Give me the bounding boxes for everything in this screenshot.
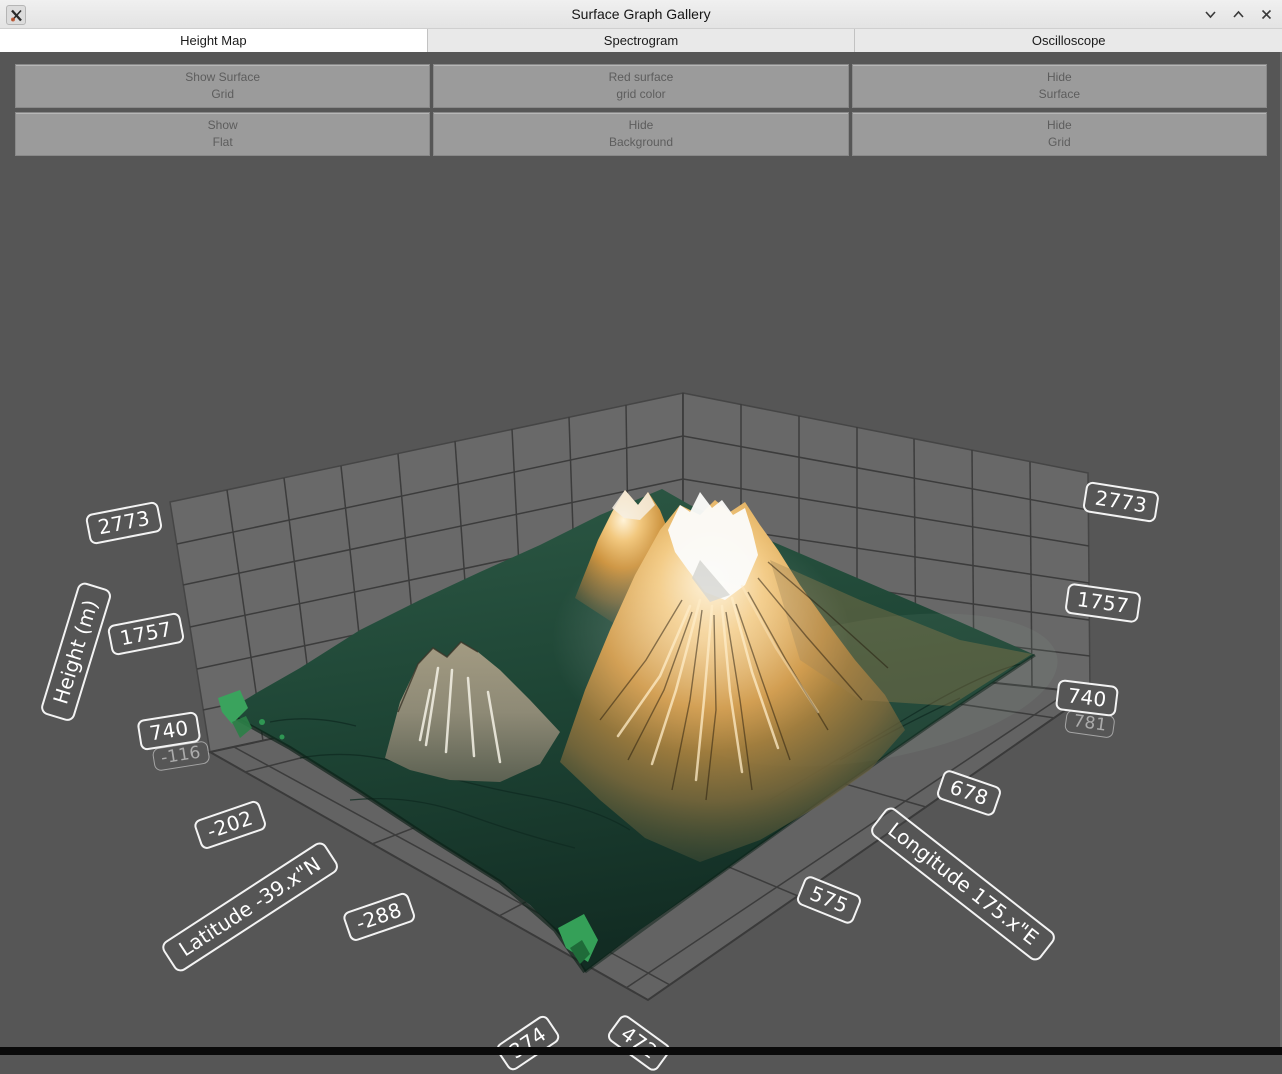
screen-bottom-strip <box>0 1047 1282 1055</box>
hide-background-button[interactable]: Hide Background <box>433 112 848 156</box>
hide-grid-button[interactable]: Hide Grid <box>852 112 1267 156</box>
button-label-line2: Surface <box>1039 86 1080 103</box>
button-label-line2: Grid <box>1048 134 1071 151</box>
close-icon <box>1259 7 1274 22</box>
tab-bar: Height Map Spectrogram Oscilloscope <box>0 28 1282 52</box>
chevron-up-icon <box>1231 7 1246 22</box>
tab-height-map[interactable]: Height Map <box>0 29 428 52</box>
button-label-line1: Hide <box>629 117 654 134</box>
tab-spectrogram[interactable]: Spectrogram <box>428 29 856 52</box>
hide-surface-button[interactable]: Hide Surface <box>852 64 1267 108</box>
surface-grid-color-button[interactable]: Red surface grid color <box>433 64 848 108</box>
button-label-line1: Hide <box>1047 117 1072 134</box>
terrain-surface-plot <box>0 0 1282 1055</box>
minimize-button[interactable] <box>1200 4 1220 24</box>
app-icon[interactable] <box>6 5 26 25</box>
button-label-line2: Flat <box>213 134 233 151</box>
button-label-line2: Grid <box>211 86 234 103</box>
button-label-line1: Hide <box>1047 69 1072 86</box>
show-surface-grid-button[interactable]: Show Surface Grid <box>15 64 430 108</box>
titlebar[interactable]: Surface Graph Gallery <box>0 0 1282 28</box>
tab-oscilloscope[interactable]: Oscilloscope <box>855 29 1282 52</box>
button-label-line2: grid color <box>616 86 665 103</box>
chevron-down-icon <box>1203 7 1218 22</box>
close-button[interactable] <box>1256 4 1276 24</box>
button-label-line2: Background <box>609 134 673 151</box>
surface-3d-view[interactable]: -116 781 2773 1757 740 Height (m) -202 -… <box>0 0 1282 1055</box>
button-label-line1: Show <box>208 117 238 134</box>
control-button-grid: Show Surface Grid Red surface grid color… <box>0 51 1282 156</box>
window-title: Surface Graph Gallery <box>0 0 1282 28</box>
x11-logo-icon <box>10 9 23 22</box>
maximize-button[interactable] <box>1228 4 1248 24</box>
button-label-line1: Show Surface <box>185 69 260 86</box>
button-label-line1: Red surface <box>609 69 674 86</box>
show-flat-button[interactable]: Show Flat <box>15 112 430 156</box>
